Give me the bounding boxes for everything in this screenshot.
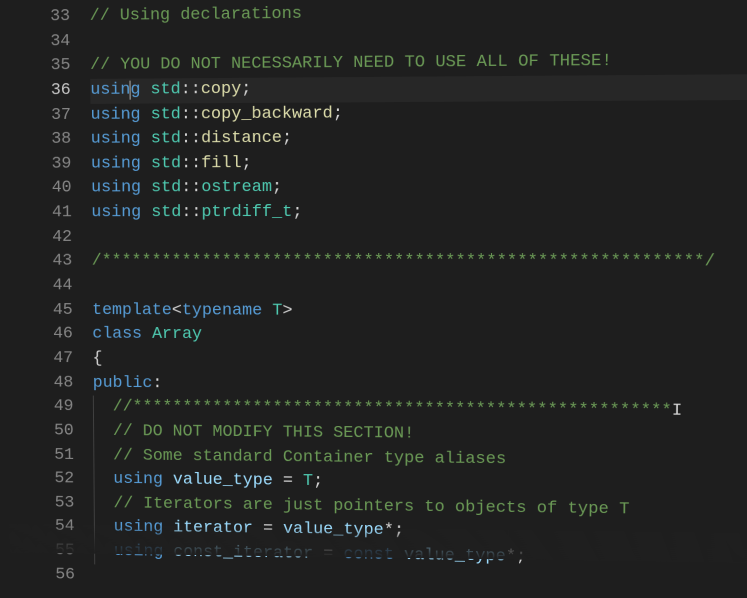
token-keyword: public	[93, 374, 153, 393]
token-namespace: std	[151, 154, 181, 173]
line-number: 56	[10, 563, 76, 588]
token-comment: //**************************************…	[113, 398, 672, 421]
token-punct: ;	[241, 80, 251, 99]
code-line[interactable]: using std::ostream;	[91, 175, 747, 201]
token-function: distance	[201, 129, 282, 148]
line-number: 33	[4, 5, 71, 30]
token-type: Array	[152, 325, 202, 344]
line-number: 42	[6, 226, 72, 250]
token-keyword: using	[91, 179, 151, 198]
code-line[interactable]	[92, 275, 747, 301]
token-punct: ;	[333, 104, 343, 123]
token-punct: ::	[181, 179, 201, 198]
token-keyword: usin	[90, 81, 130, 100]
token-identifier: value_type	[173, 471, 273, 491]
token-function: copy_backward	[201, 104, 333, 124]
token-cursor2: I	[672, 402, 683, 421]
line-number: 40	[5, 177, 71, 202]
line-number: 35	[4, 54, 71, 79]
token-keyword: using	[113, 470, 173, 489]
token-comment: // Some standard Container type aliases	[113, 446, 506, 469]
line-number: 44	[6, 274, 72, 298]
line-number-gutter: 3334353637383940414243444546474849505152…	[4, 5, 95, 588]
line-number: 51	[8, 443, 74, 468]
token-keyword: using	[90, 105, 150, 124]
token-comment: // DO NOT MODIFY THIS SECTION!	[113, 422, 414, 443]
token-punct: ;	[242, 154, 252, 173]
token-keyword: typename	[182, 301, 273, 320]
line-number: 49	[8, 395, 74, 420]
code-line[interactable]	[91, 226, 747, 251]
code-area[interactable]: // Using declarations // YOU DO NOT NECE…	[90, 0, 747, 598]
line-number: 39	[5, 153, 71, 178]
token-namespace: std	[151, 105, 181, 124]
token-punct: :	[152, 374, 162, 393]
line-number: 34	[4, 30, 71, 55]
token-punct: ;	[292, 203, 302, 222]
code-line[interactable]: template<typename T>	[92, 299, 747, 326]
token-keyword: using	[91, 130, 151, 149]
token-keyword: class	[92, 325, 152, 344]
line-number: 52	[8, 467, 74, 492]
line-number: 48	[7, 371, 73, 396]
token-punct: ;	[272, 178, 282, 197]
token-punct: ::	[181, 203, 201, 222]
code-line[interactable]: using std::ptrdiff_t;	[91, 200, 747, 225]
token-namespace: std	[151, 130, 181, 149]
token-function: copy	[201, 80, 242, 99]
code-line[interactable]: using std::distance;	[91, 125, 747, 153]
token-punct: ::	[181, 80, 201, 99]
token-keyword: using	[91, 203, 151, 222]
token-type: T	[303, 472, 313, 491]
token-namespace: std	[151, 179, 181, 198]
token-punct: ;	[313, 472, 323, 491]
code-line[interactable]: class Array	[92, 323, 747, 350]
line-number: 41	[6, 201, 72, 225]
token-keyword: using	[91, 154, 151, 173]
token-punct: <	[172, 301, 182, 320]
token-namespace: std	[151, 203, 181, 222]
token-type: ptrdiff_t	[201, 203, 292, 222]
token-function: fill	[201, 154, 241, 173]
token-punct: ::	[181, 154, 201, 173]
token-type: T	[272, 301, 282, 320]
token-punct: ::	[181, 105, 201, 124]
line-number: 46	[7, 323, 73, 347]
token-comment: // Using declarations	[90, 5, 302, 26]
line-number: 38	[5, 128, 71, 153]
line-number: 36	[4, 79, 71, 104]
token-punct: ;	[282, 129, 292, 148]
token-comment: // Iterators are just pointers to object…	[113, 494, 629, 519]
token-operator: =	[273, 472, 303, 491]
code-line[interactable]: using std::copy;	[90, 74, 747, 103]
token-keyword: g	[130, 80, 150, 99]
line-number: 50	[8, 419, 74, 444]
token-comment: /***************************************…	[92, 252, 715, 272]
code-editor[interactable]: 3334353637383940414243444546474849505152…	[4, 0, 747, 598]
code-line[interactable]: using std::copy_backward;	[90, 99, 747, 128]
token-type: ostream	[201, 179, 272, 198]
line-number: 37	[5, 104, 71, 129]
line-number: 45	[7, 299, 73, 323]
token-punct: ::	[181, 129, 201, 148]
token-comment: // YOU DO NOT NECESSARILY NEED TO USE AL…	[90, 52, 612, 75]
line-number: 47	[7, 347, 73, 372]
token-punct: >	[282, 301, 292, 320]
code-line[interactable]: /***************************************…	[92, 250, 747, 275]
token-punct: {	[92, 349, 102, 368]
code-line[interactable]: using std::fill;	[91, 150, 747, 177]
line-number: 43	[6, 250, 72, 274]
token-namespace: std	[150, 80, 180, 99]
token-keyword: template	[92, 301, 172, 320]
line-number: 53	[9, 491, 75, 516]
